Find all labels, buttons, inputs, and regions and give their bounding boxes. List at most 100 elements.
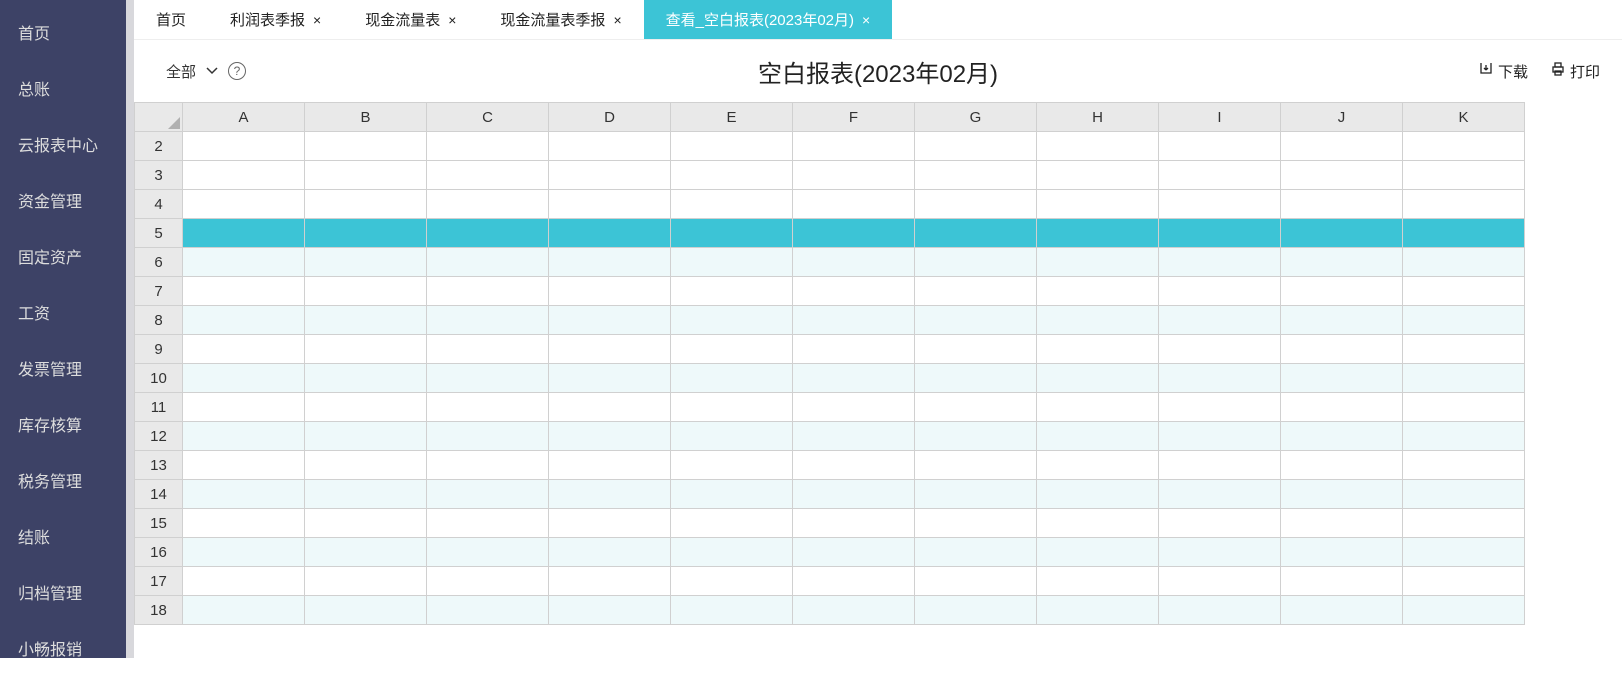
cell-J4[interactable]: [1281, 190, 1403, 219]
cell-B18[interactable]: [305, 596, 427, 625]
cell-E15[interactable]: [671, 509, 793, 538]
cell-B7[interactable]: [305, 277, 427, 306]
cell-E18[interactable]: [671, 596, 793, 625]
cell-K3[interactable]: [1403, 161, 1525, 190]
cell-D12[interactable]: [549, 422, 671, 451]
cell-G14[interactable]: [915, 480, 1037, 509]
cell-J15[interactable]: [1281, 509, 1403, 538]
cell-D6[interactable]: [549, 248, 671, 277]
row-header-8[interactable]: 8: [135, 306, 183, 335]
cell-D4[interactable]: [549, 190, 671, 219]
cell-G12[interactable]: [915, 422, 1037, 451]
cell-K4[interactable]: [1403, 190, 1525, 219]
column-header-D[interactable]: D: [549, 103, 671, 132]
cell-D13[interactable]: [549, 451, 671, 480]
cell-B12[interactable]: [305, 422, 427, 451]
tab-1[interactable]: 利润表季报×: [208, 0, 343, 39]
cell-J10[interactable]: [1281, 364, 1403, 393]
cell-D15[interactable]: [549, 509, 671, 538]
cell-F5[interactable]: [793, 219, 915, 248]
cell-G8[interactable]: [915, 306, 1037, 335]
row-header-9[interactable]: 9: [135, 335, 183, 364]
cell-K7[interactable]: [1403, 277, 1525, 306]
filter-dropdown[interactable]: 全部 ?: [166, 61, 246, 82]
cell-A10[interactable]: [183, 364, 305, 393]
sidebar-item-11[interactable]: 小畅报销: [0, 620, 126, 676]
row-header-10[interactable]: 10: [135, 364, 183, 393]
close-icon[interactable]: ×: [613, 12, 621, 28]
cell-H2[interactable]: [1037, 132, 1159, 161]
cell-H8[interactable]: [1037, 306, 1159, 335]
sidebar-item-1[interactable]: 总账: [0, 60, 126, 116]
cell-G15[interactable]: [915, 509, 1037, 538]
cell-F13[interactable]: [793, 451, 915, 480]
cell-F3[interactable]: [793, 161, 915, 190]
cell-E5[interactable]: [671, 219, 793, 248]
row-header-7[interactable]: 7: [135, 277, 183, 306]
cell-G16[interactable]: [915, 538, 1037, 567]
cell-G10[interactable]: [915, 364, 1037, 393]
cell-H16[interactable]: [1037, 538, 1159, 567]
cell-J12[interactable]: [1281, 422, 1403, 451]
close-icon[interactable]: ×: [862, 12, 870, 28]
cell-C6[interactable]: [427, 248, 549, 277]
cell-J16[interactable]: [1281, 538, 1403, 567]
cell-E4[interactable]: [671, 190, 793, 219]
cell-I8[interactable]: [1159, 306, 1281, 335]
cell-F15[interactable]: [793, 509, 915, 538]
cell-E3[interactable]: [671, 161, 793, 190]
cell-H5[interactable]: [1037, 219, 1159, 248]
cell-C7[interactable]: [427, 277, 549, 306]
cell-C18[interactable]: [427, 596, 549, 625]
cell-B11[interactable]: [305, 393, 427, 422]
cell-G2[interactable]: [915, 132, 1037, 161]
cell-E14[interactable]: [671, 480, 793, 509]
column-header-G[interactable]: G: [915, 103, 1037, 132]
row-header-11[interactable]: 11: [135, 393, 183, 422]
cell-F8[interactable]: [793, 306, 915, 335]
row-header-14[interactable]: 14: [135, 480, 183, 509]
cell-A9[interactable]: [183, 335, 305, 364]
column-header-F[interactable]: F: [793, 103, 915, 132]
cell-K6[interactable]: [1403, 248, 1525, 277]
cell-J17[interactable]: [1281, 567, 1403, 596]
cell-I15[interactable]: [1159, 509, 1281, 538]
print-button[interactable]: 打印: [1550, 61, 1600, 82]
cell-E11[interactable]: [671, 393, 793, 422]
cell-J13[interactable]: [1281, 451, 1403, 480]
sidebar-item-0[interactable]: 首页: [0, 4, 126, 60]
close-icon[interactable]: ×: [313, 12, 321, 28]
sidebar-item-2[interactable]: 云报表中心: [0, 116, 126, 172]
cell-I10[interactable]: [1159, 364, 1281, 393]
cell-F12[interactable]: [793, 422, 915, 451]
cell-I3[interactable]: [1159, 161, 1281, 190]
cell-A11[interactable]: [183, 393, 305, 422]
cell-A15[interactable]: [183, 509, 305, 538]
cell-K15[interactable]: [1403, 509, 1525, 538]
cell-G18[interactable]: [915, 596, 1037, 625]
tab-3[interactable]: 现金流量表季报×: [478, 0, 643, 39]
cell-I13[interactable]: [1159, 451, 1281, 480]
cell-D18[interactable]: [549, 596, 671, 625]
cell-J11[interactable]: [1281, 393, 1403, 422]
cell-C12[interactable]: [427, 422, 549, 451]
row-header-18[interactable]: 18: [135, 596, 183, 625]
cell-A12[interactable]: [183, 422, 305, 451]
cell-A7[interactable]: [183, 277, 305, 306]
cell-E17[interactable]: [671, 567, 793, 596]
cell-B4[interactable]: [305, 190, 427, 219]
column-header-H[interactable]: H: [1037, 103, 1159, 132]
row-header-3[interactable]: 3: [135, 161, 183, 190]
cell-G6[interactable]: [915, 248, 1037, 277]
row-header-5[interactable]: 5: [135, 219, 183, 248]
cell-F4[interactable]: [793, 190, 915, 219]
sidebar-item-4[interactable]: 固定资产: [0, 228, 126, 284]
help-icon[interactable]: ?: [228, 62, 246, 80]
tab-2[interactable]: 现金流量表×: [343, 0, 478, 39]
cell-I16[interactable]: [1159, 538, 1281, 567]
cell-C3[interactable]: [427, 161, 549, 190]
sidebar-item-10[interactable]: 归档管理: [0, 564, 126, 620]
cell-F9[interactable]: [793, 335, 915, 364]
column-header-A[interactable]: A: [183, 103, 305, 132]
cell-B5[interactable]: [305, 219, 427, 248]
